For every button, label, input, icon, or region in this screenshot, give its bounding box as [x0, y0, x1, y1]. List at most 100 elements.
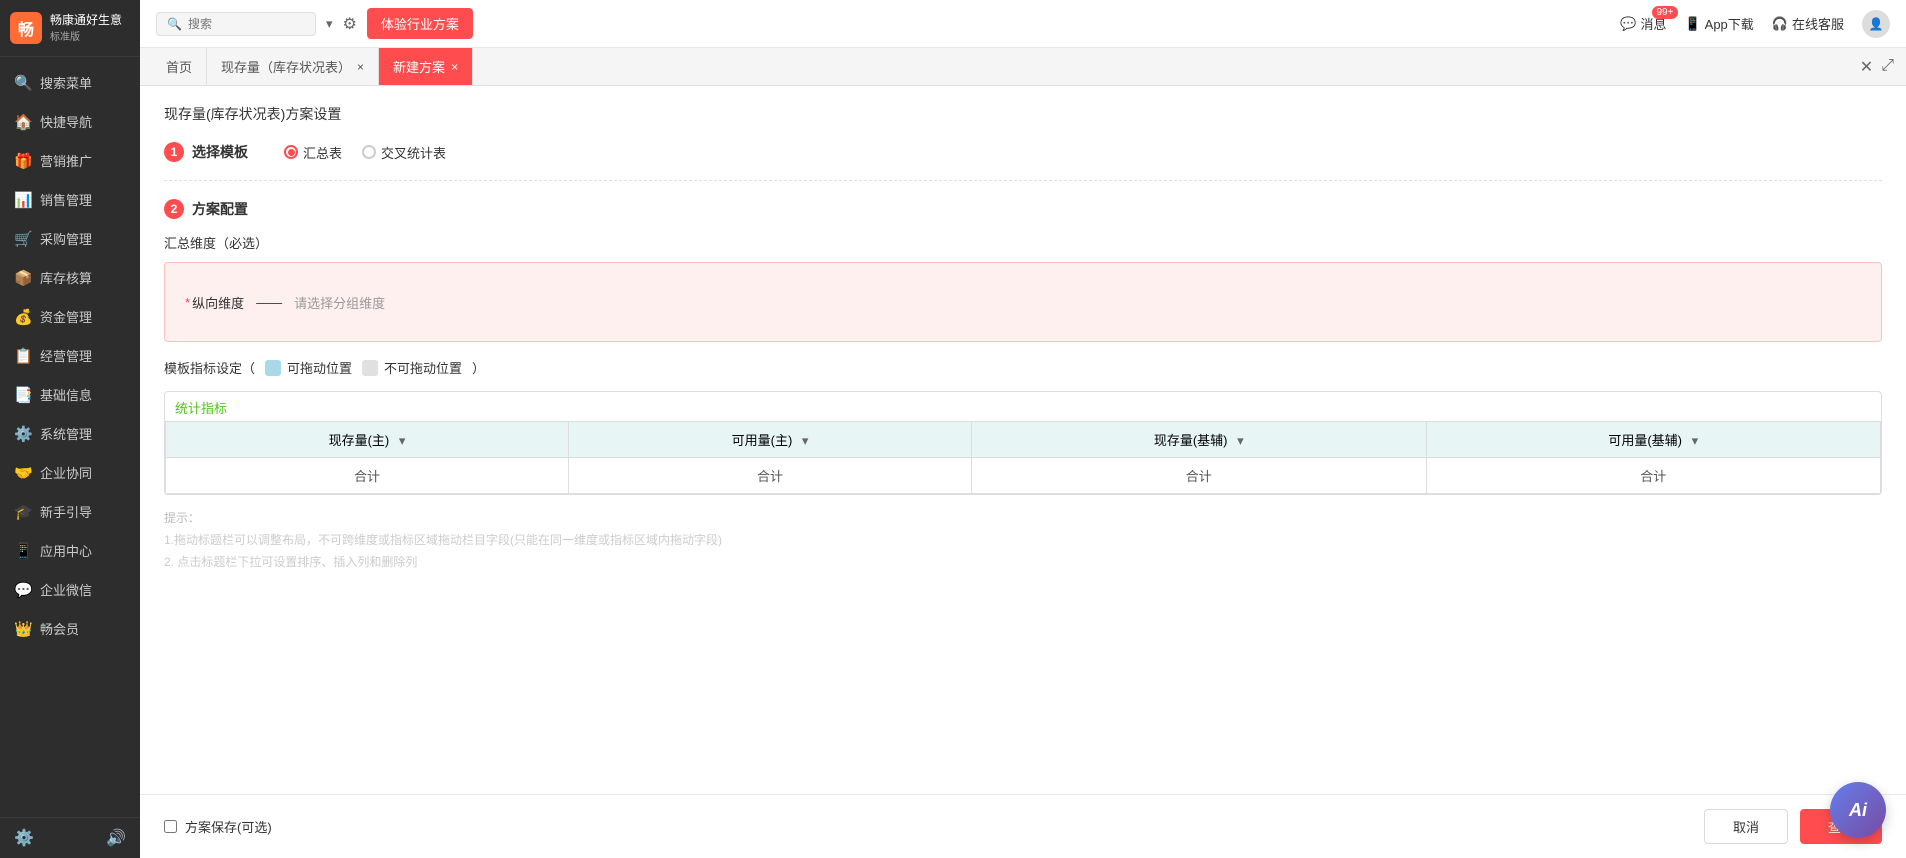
- content-area: 现存量(库存状况表)方案设置 1 选择模板 汇总表 交叉统计表: [140, 86, 1906, 794]
- sidebar-item-system[interactable]: ⚙️ 系统管理: [0, 414, 140, 453]
- footer: 方案保存(可选) 取消 查询: [140, 794, 1906, 858]
- dimension-area[interactable]: * 纵向维度 —— 请选择分组维度: [164, 262, 1882, 342]
- topbar-search-box[interactable]: 🔍: [156, 12, 316, 36]
- fixed-badge: 不可拖动位置: [362, 358, 462, 377]
- app-download-btn[interactable]: 📱 App下载: [1684, 14, 1753, 33]
- chevron-icon: ▾: [1237, 433, 1244, 448]
- search-input[interactable]: [188, 17, 305, 31]
- tab-new-scheme-label: 新建方案: [393, 57, 445, 76]
- doc-icon: 📑: [14, 386, 32, 404]
- aggregate-label: 汇总维度（必选）: [164, 233, 1882, 252]
- money-icon: 💰: [14, 308, 32, 326]
- sidebar-item-label: 快捷导航: [40, 112, 92, 131]
- cell-0-1: 合计: [569, 458, 972, 494]
- sidebar-item-operation[interactable]: 📋 经营管理: [0, 336, 140, 375]
- radio-summary-label: 汇总表: [303, 143, 342, 162]
- hint-item-0: 1.拖动标题栏可以调整布局，不可跨维度或指标区域拖动栏目字段(只能在同一维度或指…: [164, 530, 1882, 552]
- chevron-icon: ▾: [399, 433, 406, 448]
- section1-number: 1: [164, 142, 184, 162]
- footer-left: 方案保存(可选): [164, 817, 272, 836]
- sidebar-item-marketing[interactable]: 🎁 营销推广: [0, 141, 140, 180]
- sidebar-item-label: 新手引导: [40, 502, 92, 521]
- app-version: 标准版: [50, 28, 122, 43]
- mobile-icon: 📱: [14, 542, 32, 560]
- content-inner: 现存量(库存状况表)方案设置 1 选择模板 汇总表 交叉统计表: [140, 86, 1906, 609]
- sidebar-item-wechat[interactable]: 💬 企业微信: [0, 570, 140, 609]
- sidebar-item-sales[interactable]: 📊 销售管理: [0, 180, 140, 219]
- tab-inventory-label: 现存量（库存状况表）: [221, 57, 351, 76]
- tab-close-all-icon[interactable]: ✕: [1860, 57, 1873, 77]
- col-header-1[interactable]: 可用量(主) ▾: [569, 422, 972, 458]
- box-icon: 📦: [14, 269, 32, 287]
- col-header-2[interactable]: 现存量(基辅) ▾: [972, 422, 1426, 458]
- tab-new-scheme[interactable]: 新建方案 ×: [379, 48, 473, 85]
- stats-table: 现存量(主) ▾ 可用量(主) ▾ 现存量(基辅) ▾: [165, 421, 1881, 494]
- clipboard-icon: 📋: [14, 347, 32, 365]
- sidebar-item-basic[interactable]: 📑 基础信息: [0, 375, 140, 414]
- message-btn[interactable]: 💬 消息 99+: [1620, 14, 1666, 33]
- section-scheme-config: 2 方案配置 汇总维度（必选） * 纵向维度 —— 请选择分组维度 模板指标设定…: [164, 199, 1882, 573]
- trial-btn[interactable]: 体验行业方案: [367, 8, 473, 39]
- sidebar-item-finance[interactable]: 💰 资金管理: [0, 297, 140, 336]
- sidebar-item-search[interactable]: 🔍 搜索菜单: [0, 63, 140, 102]
- hint-item-1: 2. 点击标题栏下拉可设置排序、插入列和删除列: [164, 552, 1882, 574]
- tab-home-label: 首页: [166, 57, 192, 76]
- online-service-btn[interactable]: 🎧 在线客服: [1772, 14, 1844, 33]
- sidebar-nav: 🔍 搜索菜单 🏠 快捷导航 🎁 营销推广 📊 销售管理 🛒 采购管理 📦 库存核…: [0, 57, 140, 817]
- sidebar-item-label: 销售管理: [40, 190, 92, 209]
- hint-section: 提示： 1.拖动标题栏可以调整布局，不可跨维度或指标区域拖动栏目字段(只能在同一…: [164, 509, 1882, 573]
- sidebar-item-quicknav[interactable]: 🏠 快捷导航: [0, 102, 140, 141]
- col-header-3[interactable]: 可用量(基辅) ▾: [1426, 422, 1881, 458]
- sidebar-logo: 畅 畅康通好生意 标准版: [0, 0, 140, 57]
- radio-cross-circle: [362, 145, 376, 159]
- cancel-button[interactable]: 取消: [1704, 809, 1788, 844]
- radio-cross[interactable]: 交叉统计表: [362, 143, 446, 162]
- stats-header-label: 统计指标: [165, 392, 1881, 421]
- search-icon: 🔍: [167, 17, 182, 31]
- main-area: 🔍 ▾ ⚙ 体验行业方案 💬 消息 99+ 📱 App下载 🎧 在线客服 👤: [140, 0, 1906, 858]
- fixed-label: 不可拖动位置: [384, 358, 462, 377]
- indicator-settings-label: 模板指标设定（: [164, 358, 255, 377]
- movable-label: 可拖动位置: [287, 358, 352, 377]
- topbar-dropdown[interactable]: ▾: [326, 16, 333, 32]
- tab-inventory-status[interactable]: 现存量（库存状况表） ×: [207, 48, 379, 85]
- ai-button[interactable]: Ai: [1830, 782, 1886, 838]
- gear-icon[interactable]: ⚙️: [14, 828, 34, 848]
- sidebar-item-member[interactable]: 👑 畅会员: [0, 609, 140, 648]
- chevron-icon: ▾: [1692, 433, 1699, 448]
- home-icon: 🏠: [14, 113, 32, 131]
- indicator-settings-row: 模板指标设定（ 可拖动位置 不可拖动位置 ）: [164, 358, 1882, 377]
- gift-icon: 🎁: [14, 152, 32, 170]
- sidebar-item-appcenter[interactable]: 📱 应用中心: [0, 531, 140, 570]
- chevron-down-icon: ▾: [326, 16, 333, 32]
- search-icon: 🔍: [14, 74, 32, 92]
- app-name: 畅康通好生意: [50, 13, 122, 29]
- user-avatar[interactable]: 👤: [1862, 10, 1890, 38]
- topbar-right: 💬 消息 99+ 📱 App下载 🎧 在线客服 👤: [1620, 10, 1890, 38]
- sidebar-footer: ⚙️ 🔊: [0, 817, 140, 858]
- tab-close-icon[interactable]: ×: [357, 60, 364, 74]
- topbar-gear-icon[interactable]: ⚙: [343, 14, 357, 34]
- col-header-0[interactable]: 现存量(主) ▾: [166, 422, 569, 458]
- save-scheme-checkbox[interactable]: [164, 820, 177, 833]
- radio-summary[interactable]: 汇总表: [284, 143, 342, 162]
- tab-expand-icon[interactable]: ⤢: [1881, 57, 1894, 77]
- sidebar-item-label: 基础信息: [40, 385, 92, 404]
- handshake-icon: 🤝: [14, 464, 32, 482]
- sidebar-item-contract[interactable]: 🤝 企业协同: [0, 453, 140, 492]
- table-row: 合计 合计 合计 合计: [166, 458, 1881, 494]
- sidebar-item-label: 畅会员: [40, 619, 79, 638]
- tab-close-icon[interactable]: ×: [451, 60, 458, 74]
- movable-dot: [265, 360, 281, 376]
- section2-title: 方案配置: [192, 199, 248, 219]
- hint-title: 提示：: [164, 509, 1882, 526]
- tab-home[interactable]: 首页: [152, 48, 207, 85]
- sound-icon[interactable]: 🔊: [106, 828, 126, 848]
- sidebar-item-inventory[interactable]: 📦 库存核算: [0, 258, 140, 297]
- dimension-placeholder: 请选择分组维度: [294, 293, 385, 312]
- chevron-icon: ▾: [802, 433, 809, 448]
- sidebar-item-purchase[interactable]: 🛒 采购管理: [0, 219, 140, 258]
- section1-header: 1 选择模板 汇总表 交叉统计表: [164, 142, 1882, 162]
- sidebar-item-newbie[interactable]: 🎓 新手引导: [0, 492, 140, 531]
- sidebar-item-label: 企业协同: [40, 463, 92, 482]
